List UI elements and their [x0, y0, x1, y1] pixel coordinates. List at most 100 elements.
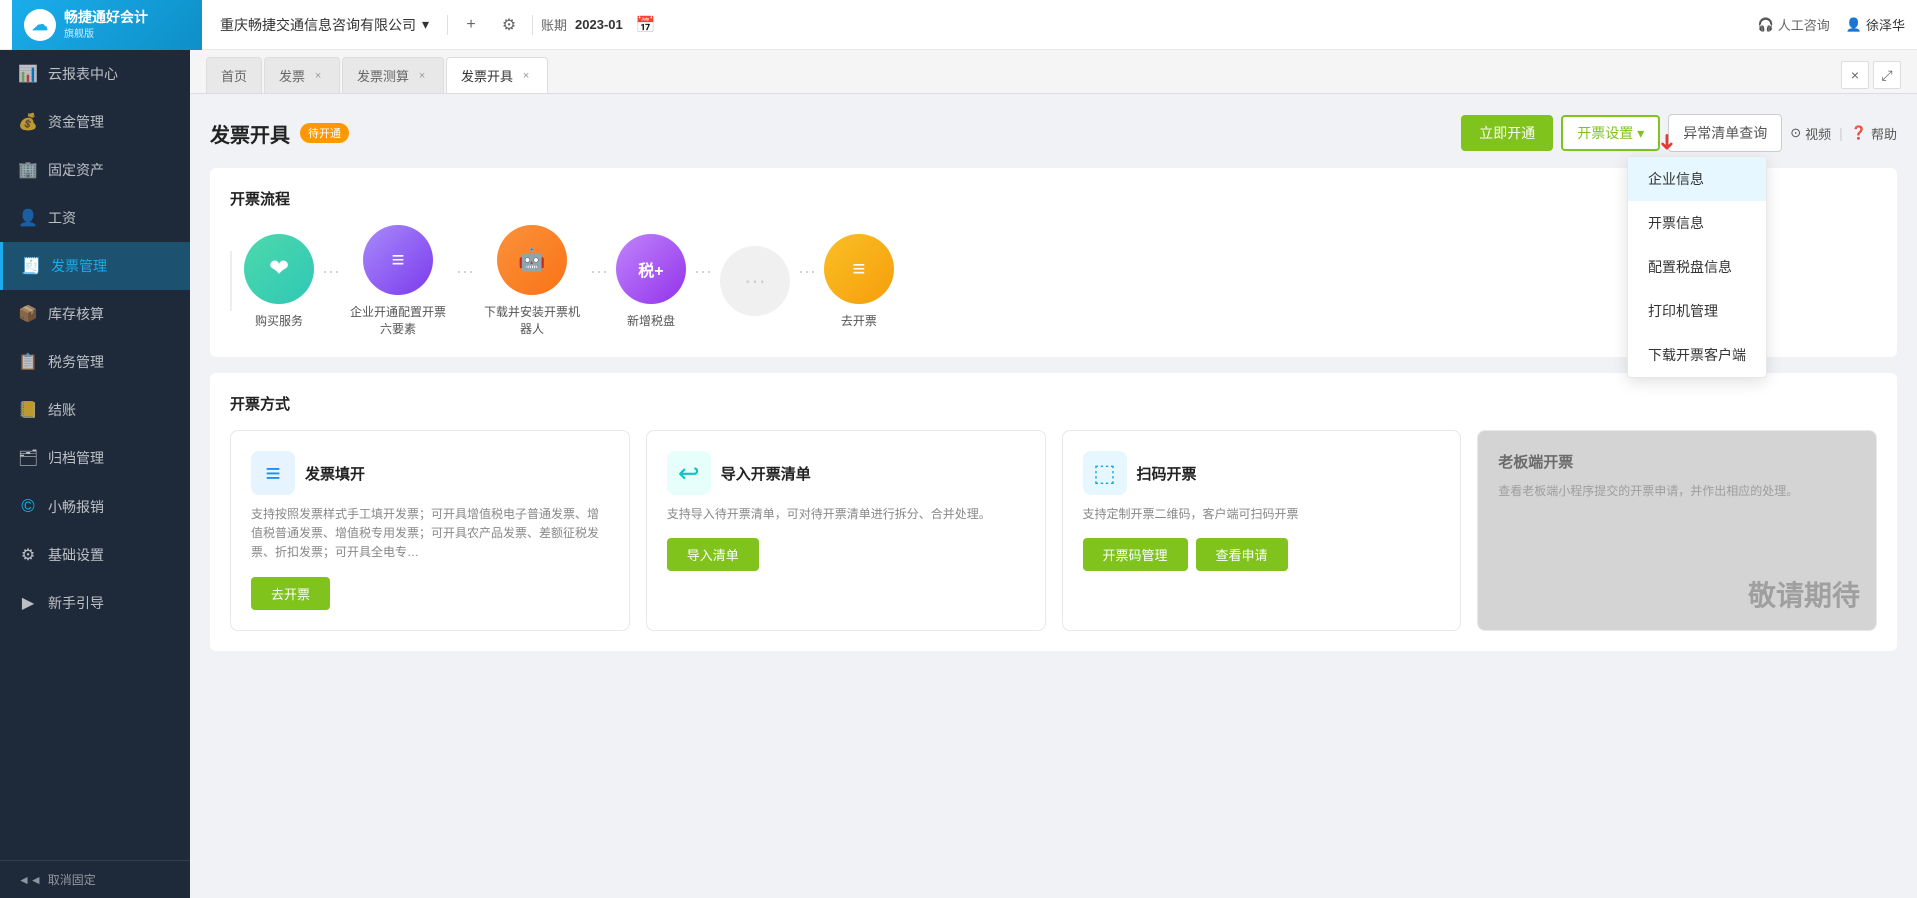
company-selector[interactable]: 重庆畅捷交通信息咨询有限公司 ▾	[210, 9, 439, 41]
settings-button-label: 开票设置	[1577, 123, 1633, 143]
archive-icon: 🗂	[18, 448, 38, 468]
tab-fapiao[interactable]: 发票 ×	[264, 57, 340, 93]
payment-card-fill: ≡ 发票填开 支持按照发票样式手工填开发票；可开具增值税电子普通发票、增值税普通…	[230, 430, 630, 631]
period-value: 2023-01	[575, 17, 623, 32]
sidebar-label-jichushezhi: 基础设置	[48, 545, 104, 565]
card-import-title: 导入开票清单	[721, 463, 811, 484]
video-button[interactable]: ⊙ 视频	[1790, 124, 1831, 143]
service-label: 人工咨询	[1778, 15, 1830, 34]
sidebar-item-shuiwu[interactable]: 📋 税务管理	[0, 338, 190, 386]
flow-step-4: 税+ 新增税盘	[616, 234, 686, 329]
receipt-icon: 🧾	[21, 256, 41, 276]
tab-home-label: 首页	[221, 66, 247, 85]
sidebar-item-fapiao[interactable]: 🧾 发票管理	[0, 242, 190, 290]
tab-bar-right: × ⤢	[1841, 61, 1901, 93]
step3-icon: 🤖	[497, 225, 567, 295]
fill-invoice-button[interactable]: 去开票	[251, 577, 330, 610]
copyright-icon: ©	[18, 496, 38, 517]
help-button[interactable]: ❓ 帮助	[1851, 124, 1897, 143]
user-profile[interactable]: 👤 徐泽华	[1846, 15, 1905, 34]
step5-placeholder-symbol: ···	[744, 268, 766, 294]
arrow3: ···	[590, 261, 608, 302]
step3-label: 下载并安装开票机器人	[482, 303, 582, 337]
dropdown-item-xiazai[interactable]: 下载开票客户端	[1628, 333, 1766, 377]
tab-fapiaoceuan-close[interactable]: ×	[415, 69, 429, 83]
tab-fapiaoceuan[interactable]: 发票测算 ×	[342, 57, 444, 93]
tab-fapiao-close[interactable]: ×	[311, 69, 325, 83]
content-body: 发票开具 待开通 立即开通 开票设置 ▾ 异常清单查询 ⊙ 视频	[190, 94, 1917, 898]
service-button[interactable]: 🎧 人工咨询	[1758, 15, 1830, 34]
chart-icon: 📊	[18, 64, 38, 84]
payment-card-boss: 老板端开票 查看老板端小程序提交的开票申请，并作出相应的处理。 敬请期待	[1477, 430, 1877, 631]
activate-button[interactable]: 立即开通	[1461, 115, 1553, 151]
sidebar-label-guidang: 归档管理	[48, 448, 104, 468]
step1-icon: ❤	[244, 234, 314, 304]
page-title-area: 发票开具 待开通	[210, 119, 349, 148]
step4-icon: 税+	[616, 234, 686, 304]
flow-left-bar	[230, 251, 232, 311]
card-scan-header: ⬚ 扫码开票	[1083, 451, 1441, 495]
sidebar-item-xinshouyindao[interactable]: ▶ 新手引导	[0, 579, 190, 627]
sidebar-item-xiaochang[interactable]: © 小畅报销	[0, 482, 190, 531]
chevron-down-icon: ▾	[422, 16, 429, 33]
step2-icon: ≡	[363, 225, 433, 295]
sidebar-item-kucun[interactable]: 📦 库存核算	[0, 290, 190, 338]
sidebar-item-yunbao[interactable]: 📊 云报表中心	[0, 50, 190, 98]
gear-icon: ⚙	[18, 545, 38, 565]
sidebar-item-jiezhang[interactable]: 📒 结账	[0, 386, 190, 434]
tab-home[interactable]: 首页	[206, 57, 262, 93]
step5-label: 去开票	[841, 312, 877, 329]
play-icon: ▶	[18, 593, 38, 613]
sidebar: 📊 云报表中心 💰 资金管理 🏢 固定资产 👤 工资 🧾 发票管理	[0, 50, 190, 898]
tab-fapiaokaigu-close[interactable]: ×	[519, 69, 533, 83]
sidebar-label-jiezhang: 结账	[48, 400, 76, 420]
import-list-button[interactable]: 导入清单	[667, 538, 759, 571]
top-bar-right: 🎧 人工咨询 👤 徐泽华	[1758, 15, 1905, 34]
play-circle-icon: ⊙	[1790, 125, 1801, 141]
add-icon[interactable]: +	[456, 10, 486, 40]
money-icon: 💰	[18, 112, 38, 132]
dropdown-item-qiyeinfo[interactable]: 企业信息	[1628, 157, 1766, 201]
dropdown-item-dayin[interactable]: 打印机管理	[1628, 289, 1766, 333]
flow-step-5: ≡ 去开票	[824, 234, 894, 329]
fill-invoice-icon: ≡	[265, 458, 280, 489]
settings-icon[interactable]: ⚙	[494, 10, 524, 40]
sidebar-label-gudingzichan: 固定资产	[48, 160, 104, 180]
cancel-pin[interactable]: ◄◄ 取消固定	[0, 860, 190, 898]
tab-fapiao-label: 发票	[279, 66, 305, 85]
card-fill-header: ≡ 发票填开	[251, 451, 609, 495]
card-scan-buttons: 开票码管理 查看申请	[1083, 538, 1441, 571]
chevron-down-settings-icon: ▾	[1637, 125, 1644, 142]
sidebar-label-yunbao: 云报表中心	[48, 64, 118, 84]
payment-card-scan: ⬚ 扫码开票 支持定制开票二维码，客户端可扫码开票 开票码管理 查看申请	[1062, 430, 1462, 631]
person-icon: 👤	[18, 208, 38, 228]
step4-icon-symbol: 税+	[638, 257, 663, 281]
card-boss-overlay-text: 敬请期待	[1748, 574, 1860, 614]
app-name: 畅捷通好会计	[64, 9, 148, 26]
sidebar-label-fapiao: 发票管理	[51, 256, 107, 276]
sidebar-item-gongzi[interactable]: 👤 工资	[0, 194, 190, 242]
view-apply-button[interactable]: 查看申请	[1196, 538, 1288, 571]
dropdown-item-peizhishuipan[interactable]: 配置税盘信息	[1628, 245, 1766, 289]
building-icon: 🏢	[18, 160, 38, 180]
flow-step-5-placeholder: ···	[720, 246, 790, 316]
abnormal-button[interactable]: 异常清单查询	[1668, 114, 1782, 152]
payment-section-title: 开票方式	[230, 393, 1877, 414]
tab-close-btn[interactable]: ×	[1841, 61, 1869, 89]
sidebar-item-gudingzichan[interactable]: 🏢 固定资产	[0, 146, 190, 194]
arrow5: ···	[798, 261, 816, 302]
username: 徐泽华	[1866, 15, 1905, 34]
sidebar-label-zijin: 资金管理	[48, 112, 104, 132]
sidebar-item-jichushezhi[interactable]: ⚙ 基础设置	[0, 531, 190, 579]
card-import-desc: 支持导入待开票清单，可对待开票清单进行拆分、合并处理。	[667, 505, 1025, 524]
sidebar-label-gongzi: 工资	[48, 208, 76, 228]
dropdown-item-kaipiainfo[interactable]: 开票信息	[1628, 201, 1766, 245]
tab-expand-btn[interactable]: ⤢	[1873, 61, 1901, 89]
settings-button[interactable]: 开票设置 ▾	[1561, 115, 1660, 151]
calendar-icon[interactable]: 📅	[631, 10, 661, 40]
sidebar-item-guidang[interactable]: 🗂 归档管理	[0, 434, 190, 482]
pin-icon: ◄◄	[18, 873, 42, 887]
qr-manage-button[interactable]: 开票码管理	[1083, 538, 1188, 571]
tab-fapiaokaigu[interactable]: 发票开具 ×	[446, 57, 548, 93]
sidebar-item-zijin[interactable]: 💰 资金管理	[0, 98, 190, 146]
